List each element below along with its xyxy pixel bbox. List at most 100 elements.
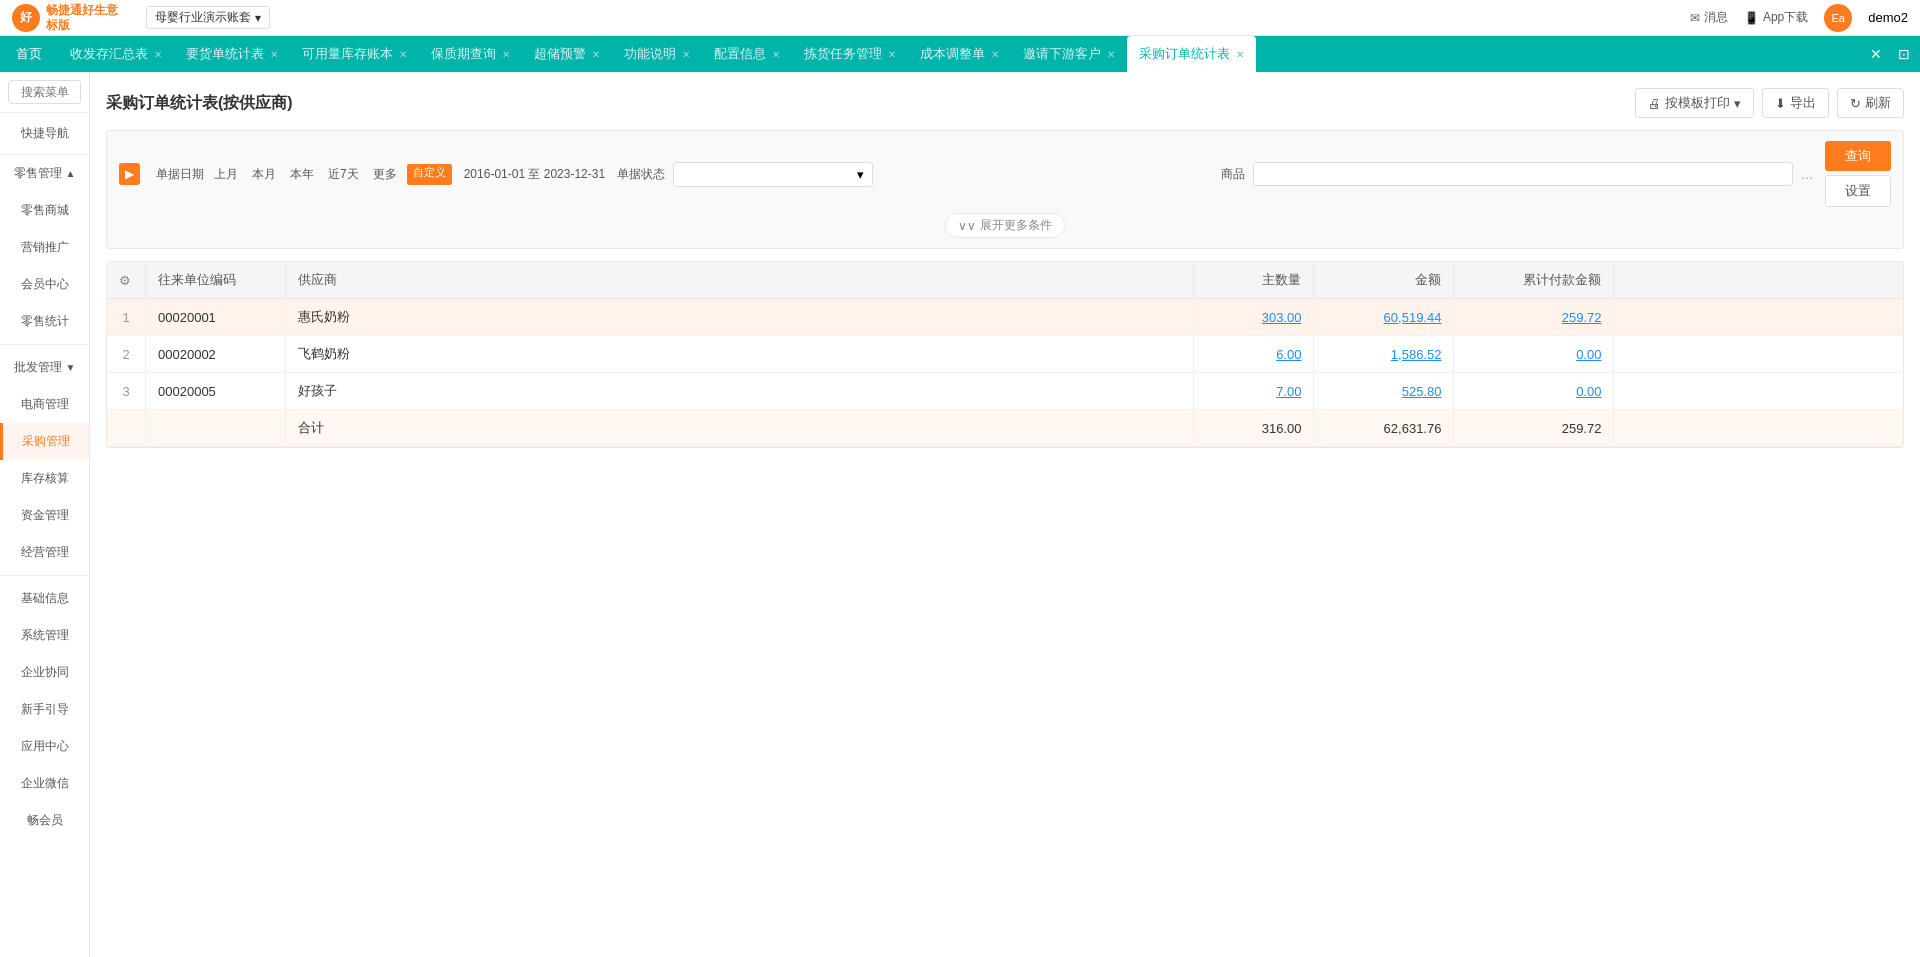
expand-row: ∨∨ 展开更多条件 [119, 213, 1891, 238]
sidebar-item-operation[interactable]: 经营管理 [0, 534, 89, 571]
page-title: 采购订单统计表(按供应商) [106, 93, 293, 114]
org-selector[interactable]: 母婴行业演示账套 ▾ [146, 6, 270, 29]
tab-chaocyu[interactable]: 超储预警 ✕ [522, 36, 612, 72]
print-button[interactable]: 🖨 按模板打印 ▾ [1635, 88, 1754, 118]
tab-close-icon[interactable]: ✕ [399, 49, 407, 60]
settings-button[interactable]: 设置 [1825, 175, 1891, 207]
cell-qty[interactable]: 7.00 [1194, 373, 1314, 410]
filter-area: ▶ 单据日期 上月 本月 本年 近7天 更多 自定义 [106, 130, 1904, 249]
top-bar: 好 畅捷通好生意 标版 母婴行业演示账套 ▾ ✉ 消息 📱 App下载 Ea d… [0, 0, 1920, 36]
tab-close-icon[interactable]: ✕ [888, 49, 896, 60]
tab-close-icon[interactable]: ✕ [991, 49, 999, 60]
query-button[interactable]: 查询 [1825, 141, 1891, 171]
sidebar-item-newbie[interactable]: 新手引导 [0, 691, 89, 728]
footer-label: 合计 [286, 410, 1194, 447]
sidebar-item-retail-mgmt[interactable]: 零售管理 ▲ [0, 155, 89, 192]
table-settings-icon[interactable]: ⚙ [119, 273, 133, 287]
filter-goods-item: 商品 ... [1221, 162, 1813, 186]
tab-close-icon[interactable]: ✕ [592, 49, 600, 60]
sidebar-item-system[interactable]: 系统管理 [0, 617, 89, 654]
goods-input[interactable] [1253, 162, 1793, 186]
tab-close-icon[interactable]: ✕ [502, 49, 510, 60]
cell-paid[interactable]: 0.00 [1454, 336, 1614, 373]
cell-paid[interactable]: 259.72 [1454, 299, 1614, 336]
nav-right: ✕ ⊡ [1864, 42, 1920, 66]
tab-close-icon[interactable]: ✕ [1236, 49, 1244, 60]
logo-icon: 好 [12, 4, 40, 32]
message-btn[interactable]: ✉ 消息 [1690, 9, 1728, 26]
cell-paid[interactable]: 0.00 [1454, 373, 1614, 410]
expand-button[interactable]: ∨∨ 展开更多条件 [945, 213, 1065, 238]
cell-amount[interactable]: 1,586.52 [1314, 336, 1454, 373]
sidebar-item-member2[interactable]: 畅会员 [0, 802, 89, 839]
tab-yaohuo[interactable]: 要货单统计表 ✕ [174, 36, 290, 72]
tab-close-icon[interactable]: ✕ [270, 49, 278, 60]
filter-date-range-item: 2016-01-01 至 2023-12-31 [464, 166, 605, 183]
date-range-display[interactable]: 2016-01-01 至 2023-12-31 [464, 166, 605, 183]
nav-close-btn[interactable]: ✕ [1864, 42, 1888, 66]
refresh-button[interactable]: ↻ 刷新 [1837, 88, 1904, 118]
sidebar-item-retail-stats[interactable]: 零售统计 [0, 303, 89, 340]
tab-close-icon[interactable]: ✕ [154, 49, 162, 60]
sidebar-item-inventory[interactable]: 库存核算 [0, 460, 89, 497]
app-download-btn[interactable]: 📱 App下载 [1744, 9, 1808, 26]
sidebar-item-enterprise[interactable]: 企业协同 [0, 654, 89, 691]
chevron-icon: ▲ [66, 168, 76, 179]
tab-caigou-active[interactable]: 采购订单统计表 ✕ [1127, 36, 1256, 72]
sidebar-divider-2 [0, 575, 89, 576]
tab-chengben[interactable]: 成本调整单 ✕ [908, 36, 1011, 72]
table-footer-row: 合计 316.00 62,631.76 259.72 [107, 410, 1903, 447]
tab-shofazun[interactable]: 收发存汇总表 ✕ [58, 36, 174, 72]
tab-jianhuo[interactable]: 拣货任务管理 ✕ [792, 36, 908, 72]
shortcut-more[interactable]: 更多 [369, 164, 401, 185]
goods-label: 商品 [1221, 166, 1245, 183]
tab-keyongliang[interactable]: 可用量库存账本 ✕ [290, 36, 419, 72]
sidebar-item-wechat[interactable]: 企业微信 [0, 765, 89, 802]
page-actions: 🖨 按模板打印 ▾ ⬇ 导出 ↻ 刷新 [1635, 88, 1904, 118]
sidebar-item-finance[interactable]: 资金管理 [0, 497, 89, 534]
cell-amount[interactable]: 60,519.44 [1314, 299, 1454, 336]
sidebar-item-basic[interactable]: 基础信息 [0, 580, 89, 617]
th-check: ⚙ [107, 262, 146, 299]
cell-qty[interactable]: 6.00 [1194, 336, 1314, 373]
cell-amount[interactable]: 525.80 [1314, 373, 1454, 410]
custom-tag: 自定义 [407, 164, 452, 185]
cell-qty[interactable]: 303.00 [1194, 299, 1314, 336]
sidebar-item-purchase[interactable]: 采购管理 [0, 423, 89, 460]
sidebar-item-retail-mall[interactable]: 零售商城 [0, 192, 89, 229]
sidebar-item-wholesale[interactable]: 批发管理 ▼ [0, 349, 89, 386]
tab-peizhi[interactable]: 配置信息 ✕ [702, 36, 792, 72]
sidebar-item-ecommerce[interactable]: 电商管理 [0, 386, 89, 423]
shortcut-7days[interactable]: 近7天 [324, 164, 363, 185]
filter-collapse-btn[interactable]: ▶ [119, 163, 140, 185]
shortcut-last-month[interactable]: 上月 [210, 164, 242, 185]
sidebar-item-quick-nav[interactable]: 快捷导航 [0, 119, 89, 148]
sidebar-quick-nav: 快捷导航 [0, 113, 89, 155]
shortcut-this-month[interactable]: 本月 [248, 164, 280, 185]
page-container: 采购订单统计表(按供应商) 🖨 按模板打印 ▾ ⬇ 导出 ↻ 刷新 [90, 72, 1920, 957]
shortcut-this-year[interactable]: 本年 [286, 164, 318, 185]
tab-close-icon[interactable]: ✕ [1107, 49, 1115, 60]
table-row: 2 00020002 飞鹤奶粉 6.00 1,586.52 0.00 [107, 336, 1903, 373]
th-qty: 主数量 [1194, 262, 1314, 299]
tab-baozhi[interactable]: 保质期查询 ✕ [419, 36, 522, 72]
tab-close-icon[interactable]: ✕ [772, 49, 780, 60]
status-select[interactable]: ▾ [673, 162, 873, 187]
sidebar-item-marketing[interactable]: 营销推广 [0, 229, 89, 266]
tab-gongneng[interactable]: 功能说明 ✕ [612, 36, 702, 72]
user-avatar[interactable]: Ea [1824, 4, 1852, 32]
top-bar-right: ✉ 消息 📱 App下载 Ea demo2 [1690, 4, 1908, 32]
tab-yaoqing[interactable]: 邀请下游客户 ✕ [1011, 36, 1127, 72]
sidebar-item-appstore[interactable]: 应用中心 [0, 728, 89, 765]
search-input[interactable] [8, 80, 81, 104]
date-shortcuts: 上月 本月 本年 近7天 更多 自定义 [210, 164, 452, 185]
goods-more-icon[interactable]: ... [1801, 166, 1813, 182]
sidebar-section-main: 零售管理 ▲ 零售商城 营销推广 会员中心 零售统计 批发管理 ▼ 电商管理 采… [0, 155, 89, 839]
printer-icon: 🖨 [1648, 96, 1661, 111]
message-icon: ✉ [1690, 11, 1700, 25]
nav-expand-btn[interactable]: ⊡ [1892, 42, 1916, 66]
tab-home[interactable]: 首页 [0, 36, 58, 72]
tab-close-icon[interactable]: ✕ [682, 49, 690, 60]
sidebar-item-member[interactable]: 会员中心 [0, 266, 89, 303]
export-button[interactable]: ⬇ 导出 [1762, 88, 1829, 118]
